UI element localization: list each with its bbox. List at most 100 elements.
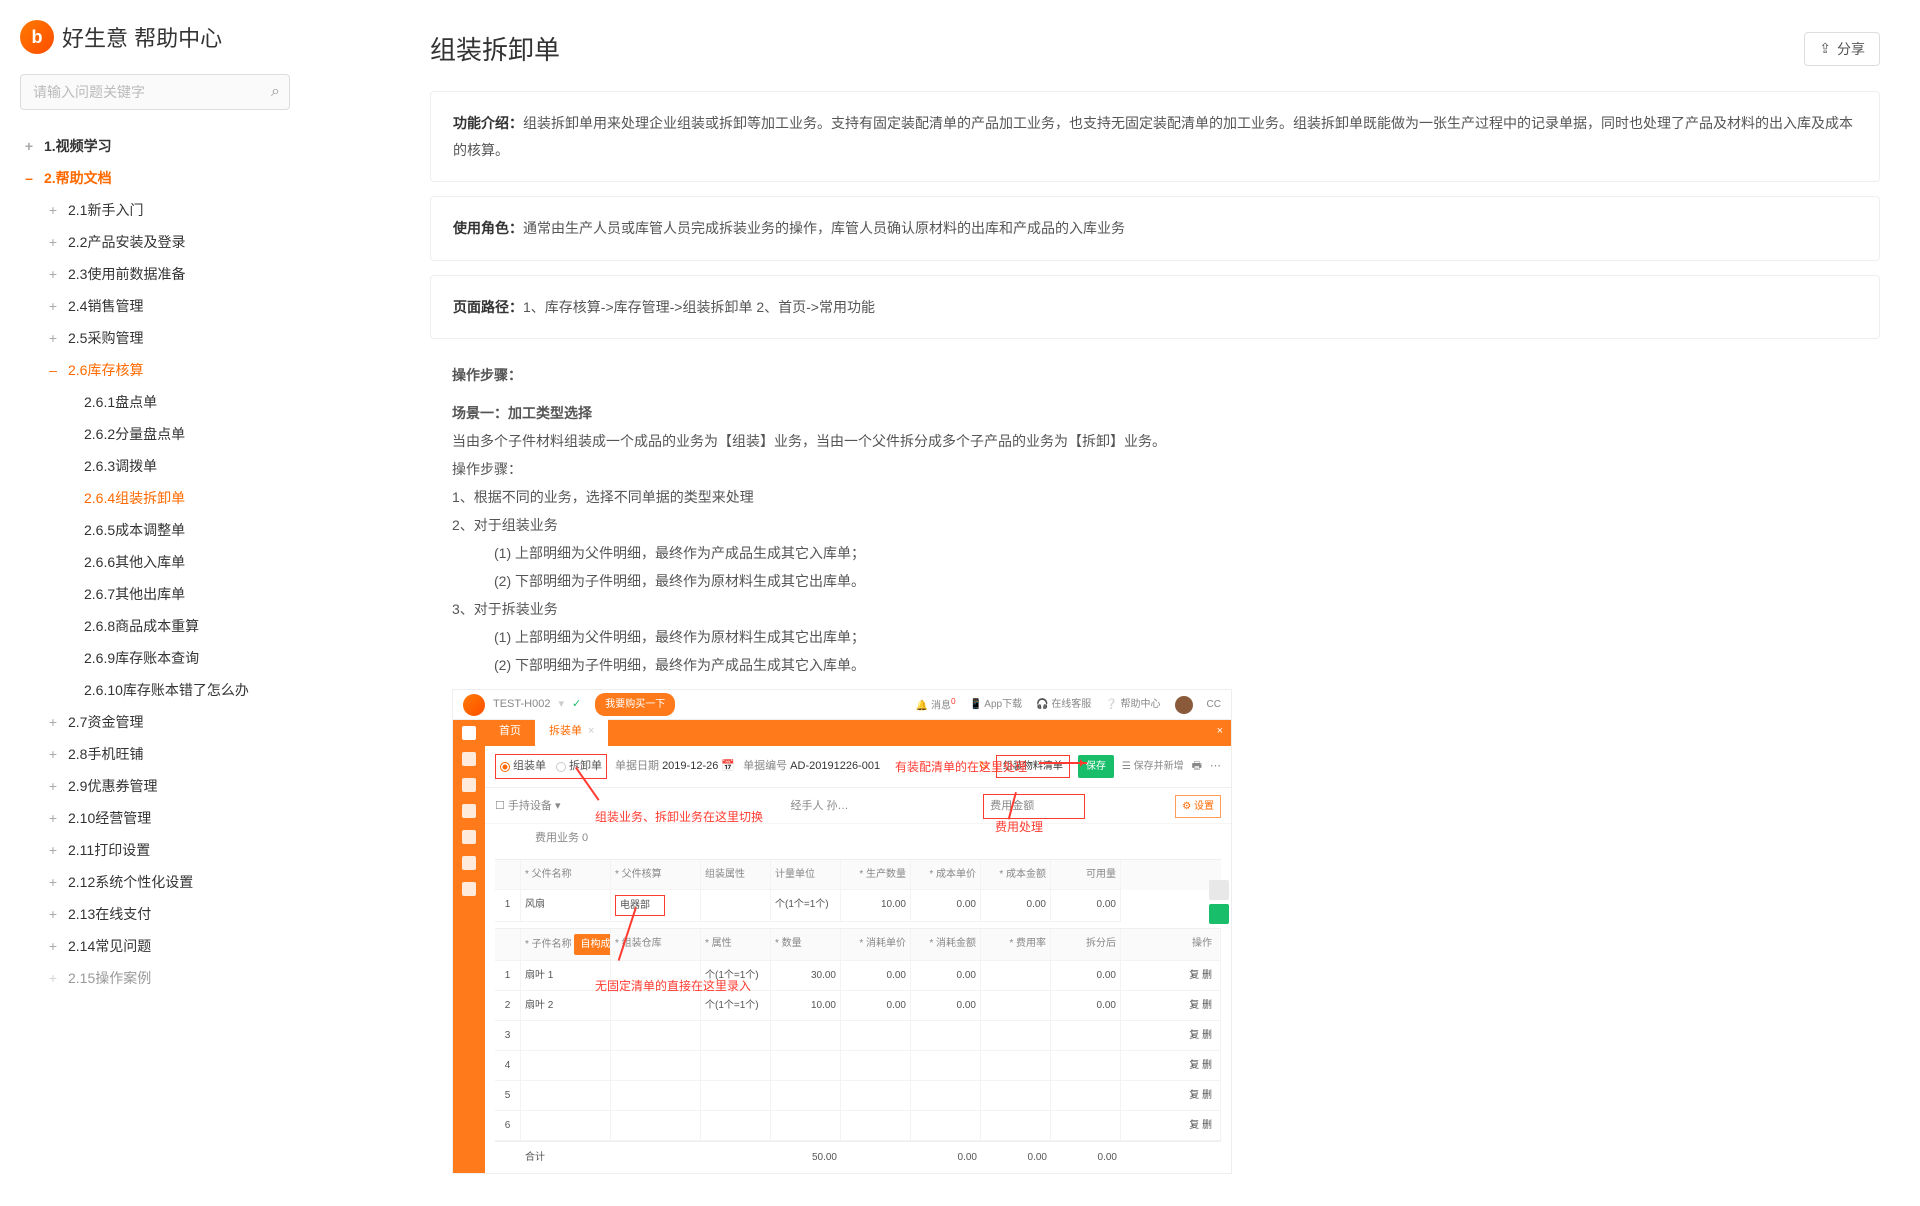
nav-video[interactable]: +1.视频学习 <box>20 130 290 162</box>
side-btn-icon[interactable] <box>1209 880 1229 900</box>
ss-msg[interactable]: 🔔 消息0 <box>916 694 956 715</box>
ss-tenant: TEST-H002 <box>493 694 550 715</box>
plus-icon: + <box>44 930 62 962</box>
step-p5: 3、对于拆装业务 <box>452 595 1858 623</box>
brand-logo-icon: b <box>20 20 54 54</box>
set-button[interactable]: ⚙ 设置 <box>1175 795 1221 818</box>
child-table: * 子件名称 自构成品 * 组装仓库 * 属性 * 数量 * 消耗单价 * 消耗… <box>495 928 1221 1141</box>
table-row[interactable]: 5复 删 <box>495 1081 1221 1111</box>
arrow-icon <box>1039 762 1087 764</box>
search-icon[interactable]: ⌕ <box>271 83 280 101</box>
intro-card: 功能介绍：组装拆卸单用来处理企业组装或拆卸等加工业务。支持有固定装配清单的产品加… <box>430 91 1880 182</box>
nav-2-11[interactable]: +2.11打印设置 <box>20 834 290 866</box>
side-btn-icon[interactable] <box>1209 904 1229 924</box>
nav-2-12[interactable]: +2.12系统个性化设置 <box>20 866 290 898</box>
ss-nav-icon[interactable] <box>462 882 476 896</box>
nav-2-13[interactable]: +2.13在线支付 <box>20 898 290 930</box>
nav-docs[interactable]: –2.帮助文档 <box>20 162 290 194</box>
nav-2-6-8[interactable]: 2.6.8商品成本重算 <box>20 610 290 642</box>
ss-avatar-icon[interactable] <box>1175 696 1193 714</box>
nav-2-15[interactable]: +2.15操作案例 <box>20 962 290 994</box>
plus-icon: + <box>44 738 62 770</box>
nav-2-5[interactable]: +2.5采购管理 <box>20 322 290 354</box>
parent-table: * 父件名称 * 父件核算 组装属性 计量单位 * 生产数量 * 成本单价 * … <box>495 859 1221 922</box>
close-icon[interactable]: × <box>588 725 594 737</box>
plus-icon: + <box>44 322 62 354</box>
ss-nav-icon[interactable] <box>462 804 476 818</box>
sidebar: b 好生意 帮助中心 ⌕ +1.视频学习 –2.帮助文档 +2.1新手入门 +2… <box>0 0 310 1206</box>
ss-nav-home-icon[interactable] <box>462 726 476 740</box>
ss-svc[interactable]: 🎧 在线客服 <box>1036 695 1091 714</box>
path-card: 页面路径：1、库存核算->库存管理->组装拆卸单 2、首页->常用功能 <box>430 275 1880 340</box>
nav-2-9[interactable]: +2.9优惠券管理 <box>20 770 290 802</box>
steps-card: 操作步骤： 场景一：加工类型选择 当由多个子件材料组装成一个成品的业务为【组装】… <box>430 353 1880 1192</box>
nav-2-6[interactable]: –2.6库存核算 <box>20 354 290 386</box>
nav-2-1[interactable]: +2.1新手入门 <box>20 194 290 226</box>
minus-icon: – <box>44 354 62 386</box>
table-row[interactable]: 1 风扇 电器部 个(1个=1个) 10.00 0.00 0.00 0.00 <box>495 890 1221 922</box>
save-new-button[interactable]: ☰ 保存并新增 <box>1122 757 1184 776</box>
step-p4a: (1) 上部明细为父件明细，最终作为产成品生成其它入库单； <box>452 539 1858 567</box>
nav-2-6-3[interactable]: 2.6.3调拨单 <box>20 450 290 482</box>
table-row[interactable]: 3复 删 <box>495 1021 1221 1051</box>
share-icon: ⇪ <box>1819 40 1831 57</box>
scenario-heading: 场景一：加工类型选择 <box>452 399 1858 427</box>
nav-2-4[interactable]: +2.4销售管理 <box>20 290 290 322</box>
close-icon[interactable]: × <box>1209 717 1231 746</box>
ss-tab-active[interactable]: 拆装单× <box>535 717 608 746</box>
nav-2-6-2[interactable]: 2.6.2分量盘点单 <box>20 418 290 450</box>
ss-tabs: 首页 拆装单× × <box>485 720 1231 746</box>
ss-nav-icon[interactable] <box>462 752 476 766</box>
step-p4: 2、对于组装业务 <box>452 511 1858 539</box>
plus-icon: + <box>44 194 62 226</box>
nav-2-6-1[interactable]: 2.6.1盘点单 <box>20 386 290 418</box>
ss-help[interactable]: ❔ 帮助中心 <box>1105 695 1160 714</box>
share-button[interactable]: ⇪ 分享 <box>1804 32 1880 66</box>
side-action-buttons <box>1209 880 1229 924</box>
nav-2-3[interactable]: +2.3使用前数据准备 <box>20 258 290 290</box>
step-p5b: (2) 下部明细为子件明细，最终作为产成品生成其它入库单。 <box>452 651 1858 679</box>
ss-nav-icon[interactable] <box>462 856 476 870</box>
path-label: 页面路径： <box>453 299 523 315</box>
nav-2-8[interactable]: +2.8手机旺铺 <box>20 738 290 770</box>
search-box: ⌕ <box>20 74 290 110</box>
ss-tab-home[interactable]: 首页 <box>485 717 535 746</box>
nav-2-6-5[interactable]: 2.6.5成本调整单 <box>20 514 290 546</box>
more-icon[interactable]: ⋯ <box>1210 756 1221 777</box>
nav-2-6-7[interactable]: 2.6.7其他出库单 <box>20 578 290 610</box>
ss-nav-icon[interactable] <box>462 778 476 792</box>
print-icon[interactable]: 🖶 <box>1192 756 1202 777</box>
ss-toolbar: 组装单 拆卸单 单据日期 2019-12-26 📅 单据编号 AD-201912… <box>485 746 1231 788</box>
nav-2-2[interactable]: +2.2产品安装及登录 <box>20 226 290 258</box>
annot-fee: 费用处理 <box>995 816 1043 839</box>
radio-assemble[interactable]: 组装单 <box>500 756 546 777</box>
nav-2-10[interactable]: +2.10经营管理 <box>20 802 290 834</box>
table-row[interactable]: 6复 删 <box>495 1111 1221 1141</box>
plus-icon: + <box>44 962 62 994</box>
nav-2-6-9[interactable]: 2.6.9库存账本查询 <box>20 642 290 674</box>
table-row[interactable]: 4复 删 <box>495 1051 1221 1081</box>
ss-app[interactable]: 📱 App下载 <box>970 695 1022 714</box>
ss-nav-icon[interactable] <box>462 830 476 844</box>
nav-2-6-6[interactable]: 2.6.6其他入库单 <box>20 546 290 578</box>
nav-2-6-4[interactable]: 2.6.4组装拆卸单 <box>20 482 290 514</box>
annot-bom: 有装配清单的在这里处理 <box>895 756 1027 779</box>
main-content: 组装拆卸单 ⇪ 分享 功能介绍：组装拆卸单用来处理企业组装或拆卸等加工业务。支持… <box>310 0 1920 1206</box>
plus-icon: + <box>44 770 62 802</box>
plus-icon: + <box>44 290 62 322</box>
nav-2-7[interactable]: +2.7资金管理 <box>20 706 290 738</box>
plus-icon: + <box>44 706 62 738</box>
step-p1: 当由多个子件材料组装成一个成品的业务为【组装】业务，当由一个父件拆分成多个子产品… <box>452 427 1858 455</box>
step-p4b: (2) 下部明细为子件明细，最终作为原材料生成其它出库单。 <box>452 567 1858 595</box>
annot-switch: 组装业务、拆卸业务在这里切换 <box>595 806 763 829</box>
plus-icon: + <box>20 130 38 162</box>
ss-topbar: TEST-H002 ▾ ✓ 我要购买一下 🔔 消息0 📱 App下载 🎧 在线客… <box>453 690 1231 720</box>
page-title: 组装拆卸单 <box>430 30 560 67</box>
ss-leftnav <box>453 720 485 1173</box>
nav-2-6-10[interactable]: 2.6.10库存账本错了怎么办 <box>20 674 290 706</box>
plus-icon: + <box>44 866 62 898</box>
ss-try-button[interactable]: 我要购买一下 <box>595 693 675 716</box>
annot-direct: 无固定清单的直接在这里录入 <box>595 975 751 998</box>
nav-2-14[interactable]: +2.14常见问题 <box>20 930 290 962</box>
search-input[interactable] <box>20 74 290 110</box>
